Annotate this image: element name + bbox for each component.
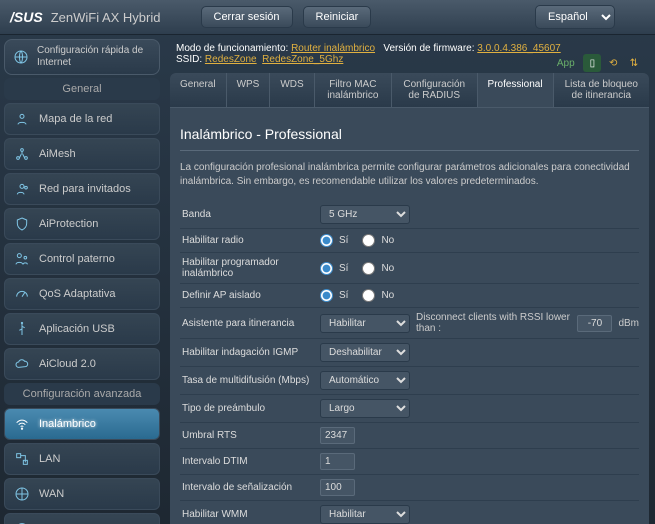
cloud-icon xyxy=(13,355,31,373)
radio-yes[interactable] xyxy=(320,234,333,247)
sidebar-item-guest[interactable]: Red para invitados xyxy=(4,173,160,205)
status-icon-1[interactable]: ▯ xyxy=(583,54,601,72)
tab-general[interactable]: General xyxy=(170,73,227,107)
mode-link[interactable]: Router inalámbrico xyxy=(291,43,375,54)
tab-roaming-block[interactable]: Lista de bloqueo de itinerancia xyxy=(554,73,649,107)
tab-wds[interactable]: WDS xyxy=(270,73,314,107)
multicast-select[interactable]: Automático xyxy=(320,371,410,390)
chevron-down-icon[interactable] xyxy=(625,7,645,27)
igmp-select[interactable]: Deshabilitar xyxy=(320,343,410,362)
tabs: General WPS WDS Filtro MAC inalámbrico C… xyxy=(170,73,649,108)
sidebar-item-qos[interactable]: QoS Adaptativa xyxy=(4,278,160,310)
panel-desc: La configuración profesional inalámbrica… xyxy=(180,161,639,189)
sidebar-item-alexa[interactable]: Alexa & IFTTT xyxy=(4,513,160,524)
panel-title: Inalámbrico - Professional xyxy=(180,118,639,151)
quick-setup-button[interactable]: Configuración rápida de Internet xyxy=(4,39,160,75)
top-bar: /SUS ZenWiFi AX Hybrid Cerrar sesión Rei… xyxy=(0,0,655,35)
tab-mac-filter[interactable]: Filtro MAC inalámbrico xyxy=(315,73,392,107)
app-link[interactable]: App xyxy=(557,58,575,69)
wan-icon xyxy=(13,485,31,503)
preamble-select[interactable]: Largo xyxy=(320,399,410,418)
rts-input[interactable] xyxy=(320,427,355,444)
alexa-icon xyxy=(13,520,31,524)
parental-icon xyxy=(13,250,31,268)
tab-professional[interactable]: Professional xyxy=(478,73,554,107)
ssid1-link[interactable]: RedesZone xyxy=(205,54,257,65)
wmm-select[interactable]: Habilitar xyxy=(320,505,410,524)
usb-icon xyxy=(13,320,31,338)
sidebar-item-network-map[interactable]: Mapa de la red xyxy=(4,103,160,135)
shield-icon xyxy=(13,215,31,233)
rssi-input[interactable] xyxy=(577,315,612,332)
reboot-button[interactable]: Reiniciar xyxy=(303,6,372,28)
sidebar-item-lan[interactable]: LAN xyxy=(4,443,160,475)
scheduler-no[interactable] xyxy=(362,262,375,275)
sidebar: Configuración rápida de Internet General… xyxy=(0,35,164,524)
language-select[interactable]: Español xyxy=(535,5,615,29)
sidebar-item-wan[interactable]: WAN xyxy=(4,478,160,510)
main-panel: Modo de funcionamiento: Router inalámbri… xyxy=(164,35,655,524)
status-icon-3[interactable]: ⇅ xyxy=(625,54,643,72)
section-advanced: Configuración avanzada xyxy=(4,383,160,405)
isolated-no[interactable] xyxy=(362,289,375,302)
sidebar-item-usb[interactable]: Aplicación USB xyxy=(4,313,160,345)
ssid2-link[interactable]: RedesZone_5Ghz xyxy=(262,54,343,65)
info-bar: Modo de funcionamiento: Router inalámbri… xyxy=(170,39,649,69)
band-select[interactable]: 5 GHz xyxy=(320,205,410,224)
tab-radius[interactable]: Configuración de RADIUS xyxy=(392,73,478,107)
model-name: ZenWiFi AX Hybrid xyxy=(51,10,161,25)
sidebar-item-aiprotection[interactable]: AiProtection xyxy=(4,208,160,240)
status-icon-2[interactable]: ⟲ xyxy=(604,54,622,72)
dtim-input[interactable] xyxy=(320,453,355,470)
sidebar-item-aicloud[interactable]: AiCloud 2.0 xyxy=(4,348,160,380)
radio-no[interactable] xyxy=(362,234,375,247)
wifi-icon xyxy=(13,415,31,433)
lan-icon xyxy=(13,450,31,468)
firmware-link[interactable]: 3.0.0.4.386_45607 xyxy=(477,43,560,54)
section-general: General xyxy=(4,78,160,100)
brand-logo: /SUS xyxy=(10,9,43,25)
beacon-input[interactable] xyxy=(320,479,355,496)
sidebar-item-wireless[interactable]: Inalámbrico xyxy=(4,408,160,440)
mesh-icon xyxy=(13,145,31,163)
quick-setup-label: Configuración rápida de Internet xyxy=(37,45,151,69)
settings-panel: Inalámbrico - Professional La configurac… xyxy=(170,108,649,524)
sidebar-item-parental[interactable]: Control paterno xyxy=(4,243,160,275)
isolated-yes[interactable] xyxy=(320,289,333,302)
sidebar-item-aimesh[interactable]: AiMesh xyxy=(4,138,160,170)
guest-icon xyxy=(13,180,31,198)
roaming-select[interactable]: Habilitar xyxy=(320,314,410,333)
globe-icon xyxy=(13,48,29,66)
logout-button[interactable]: Cerrar sesión xyxy=(201,6,293,28)
tab-wps[interactable]: WPS xyxy=(227,73,271,107)
scheduler-yes[interactable] xyxy=(320,262,333,275)
map-icon xyxy=(13,110,31,128)
gauge-icon xyxy=(13,285,31,303)
